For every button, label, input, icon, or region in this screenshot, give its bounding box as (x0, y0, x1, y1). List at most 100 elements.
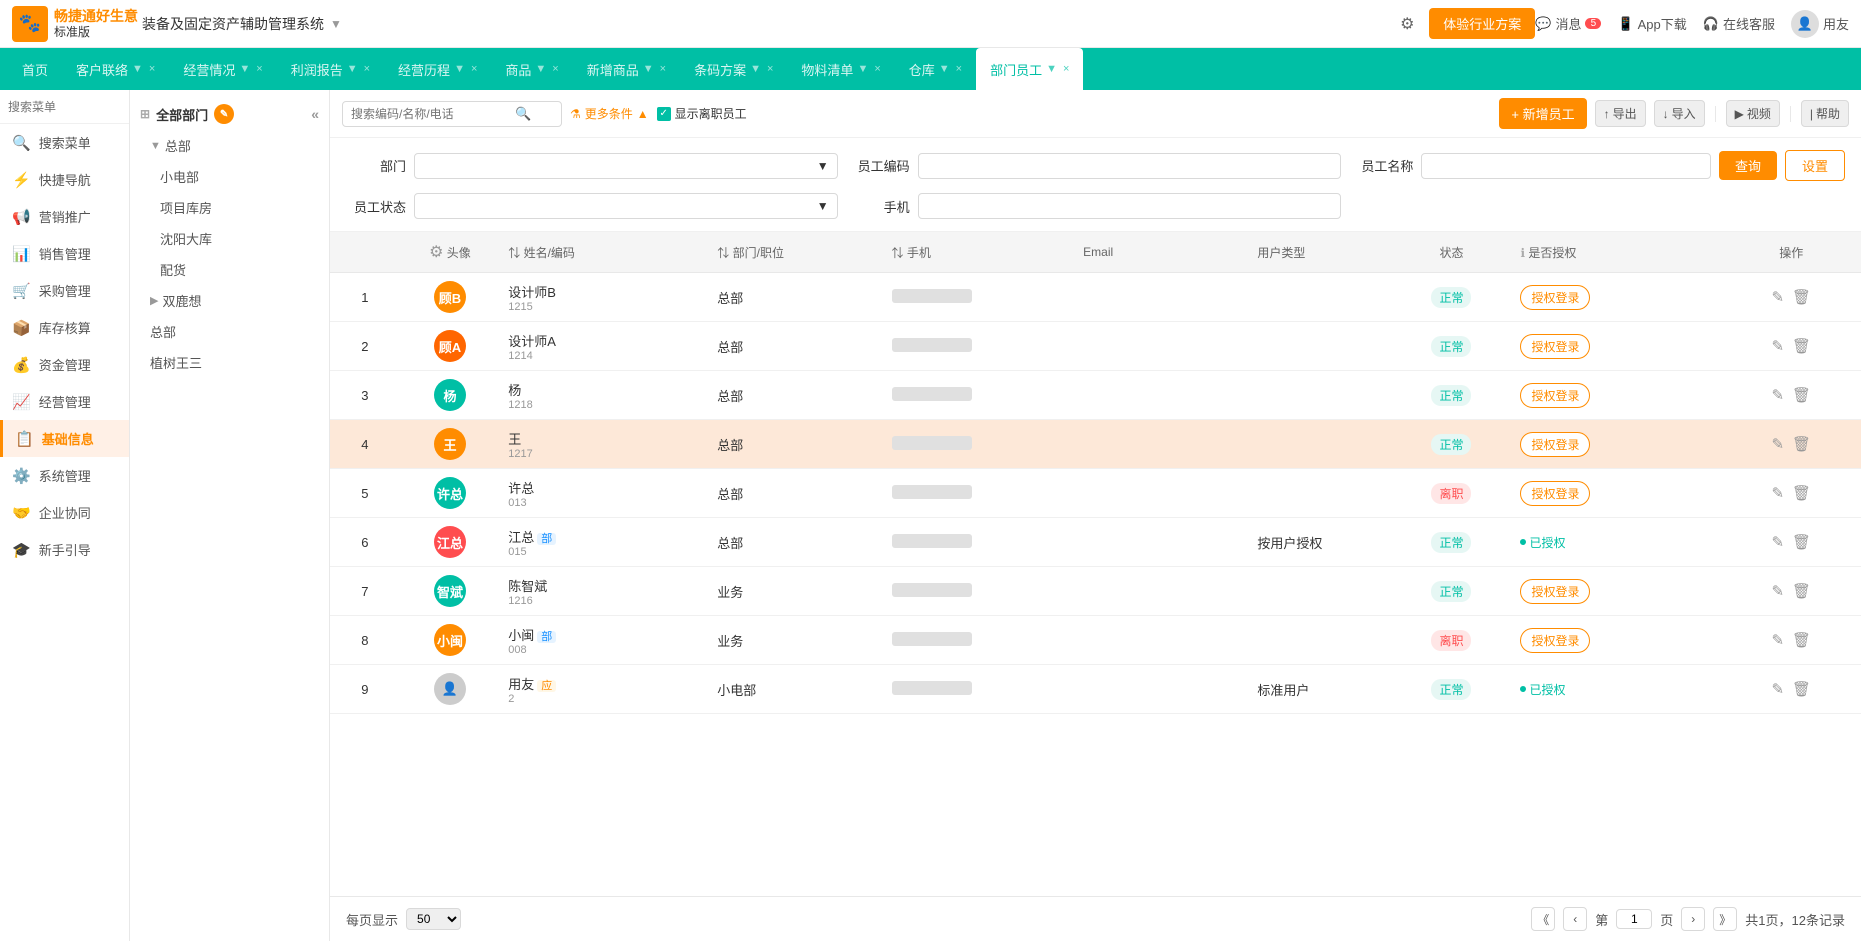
sort-icon-dept[interactable]: ⇅ (717, 246, 729, 260)
nav-tab-商品[interactable]: 商品▼× (491, 48, 572, 90)
sidebar-item-基础信息[interactable]: 📋 基础信息 (0, 420, 129, 457)
query-button[interactable]: 查询 (1719, 151, 1777, 180)
delete-button[interactable]: 🗑 (1792, 435, 1811, 453)
nav-tab-部门员工[interactable]: 部门员工▼× (976, 48, 1083, 90)
delete-button[interactable]: 🗑 (1792, 631, 1811, 649)
delete-button[interactable]: 🗑 (1792, 533, 1811, 551)
page-input[interactable] (1616, 909, 1652, 929)
sidebar-item-库存核算[interactable]: 📦 库存核算 (0, 309, 129, 346)
nav-tab-首页[interactable]: 首页 (8, 48, 62, 90)
delete-button[interactable]: 🗑 (1792, 386, 1811, 404)
phone-filter-input[interactable] (918, 193, 1342, 219)
dept-edit-button[interactable]: ✎ (214, 104, 234, 124)
nav-tab-close[interactable]: × (874, 63, 880, 75)
auth-login-button[interactable]: 授权登录 (1520, 579, 1590, 604)
nav-tab-经营历程[interactable]: 经营历程▼× (384, 48, 491, 90)
auth-login-button[interactable]: 授权登录 (1520, 334, 1590, 359)
next-page-button[interactable]: › (1681, 907, 1705, 931)
sidebar-item-系统管理[interactable]: ⚙️ 系统管理 (0, 457, 129, 494)
auth-login-button[interactable]: 授权登录 (1520, 285, 1590, 310)
sidebar-item-新手引导[interactable]: 🎓 新手引导 (0, 531, 129, 568)
edit-button[interactable]: ✎ (1771, 435, 1784, 453)
sidebar-item-资金管理[interactable]: 💰 资金管理 (0, 346, 129, 383)
edit-button[interactable]: ✎ (1771, 337, 1784, 355)
first-page-button[interactable]: 《 (1531, 907, 1555, 931)
gear-button[interactable]: ⚙ (1393, 10, 1421, 38)
online-service-button[interactable]: 🎧 在线客服 (1703, 14, 1775, 33)
delete-button[interactable]: 🗑 (1792, 484, 1811, 502)
nav-tab-close[interactable]: × (149, 63, 155, 75)
nav-tab-close[interactable]: × (364, 63, 370, 75)
delete-button[interactable]: 🗑 (1792, 288, 1811, 306)
auth-login-button[interactable]: 授权登录 (1520, 481, 1590, 506)
nav-tab-close[interactable]: × (471, 63, 477, 75)
edit-button[interactable]: ✎ (1771, 288, 1784, 306)
nav-tab-新增商品[interactable]: 新增商品▼× (573, 48, 680, 90)
dept-item-配货[interactable]: 配货 (130, 254, 329, 285)
delete-button[interactable]: 🗑 (1792, 680, 1811, 698)
app-download-button[interactable]: 📱 App下载 (1617, 14, 1686, 33)
empcode-filter-input[interactable] (918, 153, 1342, 179)
edit-button[interactable]: ✎ (1771, 533, 1784, 551)
sys-title-arrow[interactable]: ▼ (330, 17, 342, 31)
dept-filter-select[interactable]: ▼ (414, 153, 838, 179)
dept-item-小电部[interactable]: 小电部 (130, 161, 329, 192)
import-button[interactable]: ↓ 导入 (1654, 100, 1705, 127)
sidebar-item-快捷导航[interactable]: ⚡ 快捷导航 (0, 161, 129, 198)
edit-button[interactable]: ✎ (1771, 631, 1784, 649)
empname-filter-input[interactable] (1421, 153, 1711, 179)
trial-button[interactable]: 体验行业方案 (1429, 8, 1535, 39)
set-button[interactable]: 设置 (1785, 150, 1845, 181)
auth-login-button[interactable]: 授权登录 (1520, 432, 1590, 457)
edit-button[interactable]: ✎ (1771, 386, 1784, 404)
auth-login-button[interactable]: 授权登录 (1520, 383, 1590, 408)
status-filter-select[interactable]: ▼ (414, 193, 838, 219)
prev-page-button[interactable]: ‹ (1563, 907, 1587, 931)
nav-tab-条码方案[interactable]: 条码方案▼× (680, 48, 787, 90)
nav-tab-利润报告[interactable]: 利润报告▼× (277, 48, 384, 90)
dept-item-沈阳大库[interactable]: 沈阳大库 (130, 223, 329, 254)
nav-tab-close[interactable]: × (767, 63, 773, 75)
sidebar-search-input[interactable] (8, 100, 130, 114)
export-button[interactable]: ↑ 导出 (1595, 100, 1646, 127)
sidebar-item-销售管理[interactable]: 📊 销售管理 (0, 235, 129, 272)
video-button[interactable]: ▶ 视频 (1726, 100, 1780, 127)
dept-item-双鹿想[interactable]: ▶双鹿想 (130, 285, 329, 316)
more-conditions-button[interactable]: ⚗ 更多条件 ▲ (570, 105, 649, 122)
help-button[interactable]: | 帮助 (1801, 100, 1849, 127)
nav-tab-close[interactable]: × (552, 63, 558, 75)
auth-login-button[interactable]: 授权登录 (1520, 628, 1590, 653)
dept-item-总部[interactable]: ▼总部 (130, 130, 329, 161)
dept-collapse-button[interactable]: « (311, 106, 319, 122)
settings-icon[interactable]: ⚙ (429, 244, 443, 261)
dept-item-植树王三[interactable]: 植树王三 (130, 347, 329, 378)
nav-tab-close[interactable]: × (956, 63, 962, 75)
edit-button[interactable]: ✎ (1771, 680, 1784, 698)
user-area[interactable]: 👤 用友 (1791, 10, 1849, 38)
sidebar-item-营销推广[interactable]: 📢 营销推广 (0, 198, 129, 235)
show-former-toggle[interactable]: ✓ 显示离职员工 (657, 105, 747, 122)
search-input[interactable] (351, 107, 511, 121)
sidebar-item-经营管理[interactable]: 📈 经营管理 (0, 383, 129, 420)
delete-button[interactable]: 🗑 (1792, 582, 1811, 600)
page-size-select[interactable]: 50 20 100 (406, 908, 461, 930)
nav-tab-close[interactable]: × (660, 63, 666, 75)
dept-item-项目库房[interactable]: 项目库房 (130, 192, 329, 223)
nav-tab-经营情况[interactable]: 经营情况▼× (169, 48, 276, 90)
dept-item-总部[interactable]: 总部 (130, 316, 329, 347)
message-button[interactable]: 💬 消息 5 (1535, 14, 1601, 33)
edit-button[interactable]: ✎ (1771, 582, 1784, 600)
sidebar-item-企业协同[interactable]: 🤝 企业协同 (0, 494, 129, 531)
sidebar-item-采购管理[interactable]: 🛒 采购管理 (0, 272, 129, 309)
delete-button[interactable]: 🗑 (1792, 337, 1811, 355)
nav-tab-物料清单[interactable]: 物料清单▼× (787, 48, 894, 90)
add-employee-button[interactable]: + 新增员工 (1499, 98, 1586, 129)
nav-tab-客户联络[interactable]: 客户联络▼× (62, 48, 169, 90)
nav-tab-close[interactable]: × (256, 63, 262, 75)
nav-tab-close[interactable]: × (1063, 63, 1069, 75)
nav-tab-仓库[interactable]: 仓库▼× (895, 48, 976, 90)
sort-icon-phone[interactable]: ⇅ (892, 246, 904, 260)
sidebar-item-搜索菜单[interactable]: 🔍 搜索菜单 (0, 124, 129, 161)
edit-button[interactable]: ✎ (1771, 484, 1784, 502)
sort-icon-name[interactable]: ⇅ (508, 246, 520, 260)
